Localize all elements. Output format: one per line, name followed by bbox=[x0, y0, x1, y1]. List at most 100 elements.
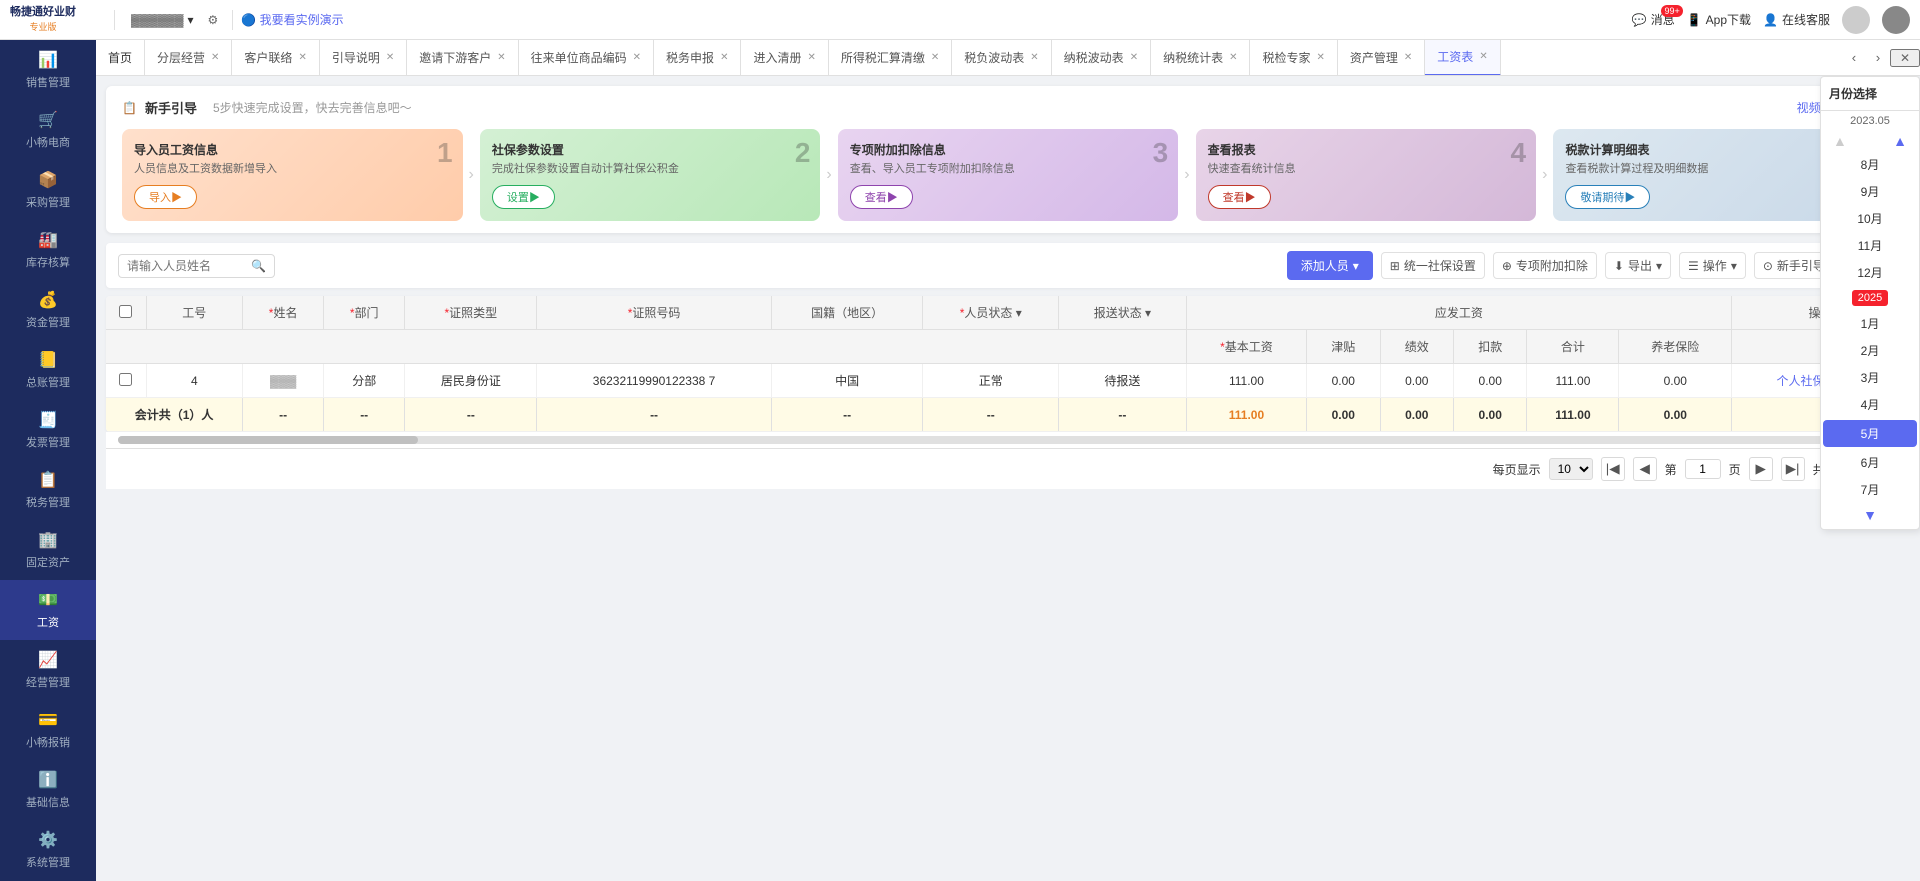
tab-14[interactable]: 工资表✕ bbox=[1425, 40, 1500, 76]
sidebar-item-4[interactable]: 💰资金管理 bbox=[0, 280, 96, 340]
tab-1[interactable]: 分层经营 ✕ bbox=[145, 40, 232, 76]
tab-close-2[interactable]: ✕ bbox=[298, 52, 306, 63]
sidebar-label-2: 采购管理 bbox=[26, 194, 70, 210]
month-scroll-down-btn[interactable]: ▼ bbox=[1859, 507, 1881, 523]
tab-close-12[interactable]: ✕ bbox=[1317, 52, 1325, 63]
sidebar-item-0[interactable]: 📊销售管理 bbox=[0, 40, 96, 100]
month-item-3[interactable]: 3月 bbox=[1821, 364, 1919, 391]
row-checkbox[interactable] bbox=[119, 373, 132, 386]
tab-close-11[interactable]: ✕ bbox=[1229, 52, 1237, 63]
guide-banner: 📋 新手引导 5步快速完成设置，快去完善信息吧～ 视频 ⊙ 帮助 ✕ 1 导入员… bbox=[106, 86, 1910, 233]
month-item-7[interactable]: 7月 bbox=[1821, 476, 1919, 503]
step-5-btn[interactable]: 敬请期待▶ bbox=[1565, 185, 1650, 209]
month-down-btn[interactable]: ▲ bbox=[1889, 133, 1911, 149]
month-item-6[interactable]: 6月 bbox=[1821, 449, 1919, 476]
unified-social-btn[interactable]: ⊞ 统一社保设置 bbox=[1381, 252, 1485, 279]
user-avatar[interactable] bbox=[1842, 6, 1870, 34]
tab-prev-button[interactable]: ‹ bbox=[1842, 40, 1866, 76]
page-first-button[interactable]: |◀ bbox=[1601, 457, 1625, 481]
tab-close-13[interactable]: ✕ bbox=[1404, 52, 1412, 63]
scrollbar-thumb[interactable] bbox=[118, 436, 418, 444]
sidebar-item-7[interactable]: 📋税务管理 bbox=[0, 460, 96, 520]
export-btn[interactable]: ⬇ 导出 ▾ bbox=[1605, 252, 1671, 279]
month-item-2[interactable]: 2月 bbox=[1821, 337, 1919, 364]
tab-close-4[interactable]: ✕ bbox=[497, 52, 505, 63]
sidebar-item-2[interactable]: 📦采购管理 bbox=[0, 160, 96, 220]
tab-close-7[interactable]: ✕ bbox=[807, 52, 815, 63]
app-download-button[interactable]: 📱 App下载 bbox=[1687, 11, 1751, 28]
tab-2[interactable]: 客户联络✕ bbox=[232, 40, 319, 76]
page-prev-button[interactable]: ◀ bbox=[1633, 457, 1657, 481]
sidebar-item-5[interactable]: 📒总账管理 bbox=[0, 340, 96, 400]
special-deduction-btn[interactable]: ⊕ 专项附加扣除 bbox=[1493, 252, 1597, 279]
company-selector[interactable]: ▓▓▓▓▓▓ ▾ bbox=[123, 13, 202, 27]
page-next-button[interactable]: ▶ bbox=[1749, 457, 1773, 481]
operation-btn[interactable]: ☰ 操作 ▾ bbox=[1679, 252, 1746, 279]
tab-9[interactable]: 税负波动表✕ bbox=[952, 40, 1051, 76]
tab-close-14[interactable]: ✕ bbox=[1479, 51, 1487, 62]
month-item-12[interactable]: 12月 bbox=[1821, 259, 1919, 286]
tab-label-1: 分层经营 bbox=[157, 49, 205, 66]
message-button[interactable]: 💬 消息 99+ bbox=[1632, 11, 1675, 28]
tab-6[interactable]: 税务申报✕ bbox=[654, 40, 741, 76]
tab-11[interactable]: 纳税统计表✕ bbox=[1151, 40, 1250, 76]
page-size-select[interactable]: 10 20 50 bbox=[1549, 458, 1593, 480]
tab-4[interactable]: 邀请下游客户✕ bbox=[407, 40, 518, 76]
settings-icon[interactable]: ⚙ bbox=[208, 13, 219, 27]
page-number-input[interactable] bbox=[1685, 459, 1721, 479]
tab-close-all-button[interactable]: ✕ bbox=[1890, 49, 1920, 67]
tab-12[interactable]: 税检专家✕ bbox=[1250, 40, 1337, 76]
tab-close-8[interactable]: ✕ bbox=[931, 52, 939, 63]
step-1-btn[interactable]: 导入▶ bbox=[134, 185, 197, 209]
month-item-11[interactable]: 11月 bbox=[1821, 232, 1919, 259]
search-icon[interactable]: 🔍 bbox=[251, 259, 266, 273]
sidebar-item-8[interactable]: 🏢固定资产 bbox=[0, 520, 96, 580]
sidebar-item-6[interactable]: 🧾发票管理 bbox=[0, 400, 96, 460]
month-item-5[interactable]: 5月 bbox=[1823, 420, 1917, 447]
tab-close-6[interactable]: ✕ bbox=[720, 52, 728, 63]
step-3-btn[interactable]: 查看▶ bbox=[850, 185, 913, 209]
row-checkbox-cell[interactable] bbox=[106, 364, 146, 398]
tab-close-1[interactable]: ✕ bbox=[211, 52, 219, 63]
sidebar-item-12[interactable]: ℹ️基础信息 bbox=[0, 760, 96, 820]
sidebar-item-3[interactable]: 🏭库存核算 bbox=[0, 220, 96, 280]
month-item-1[interactable]: 1月 bbox=[1821, 310, 1919, 337]
tab-5[interactable]: 往来单位商品编码✕ bbox=[519, 40, 654, 76]
horizontal-scrollbar[interactable] bbox=[118, 436, 1898, 444]
tab-close-9[interactable]: ✕ bbox=[1030, 52, 1038, 63]
sidebar-item-13[interactable]: ⚙️系统管理 bbox=[0, 820, 96, 880]
tab-10[interactable]: 纳税波动表✕ bbox=[1052, 40, 1151, 76]
th-select-all[interactable] bbox=[106, 296, 146, 330]
select-all-checkbox[interactable] bbox=[119, 305, 132, 318]
step-2-btn[interactable]: 设置▶ bbox=[492, 185, 555, 209]
tab-close-5[interactable]: ✕ bbox=[633, 52, 641, 63]
sidebar-item-1[interactable]: 🛒小畅电商 bbox=[0, 100, 96, 160]
tab-close-10[interactable]: ✕ bbox=[1130, 52, 1138, 63]
search-input[interactable] bbox=[127, 259, 247, 273]
demo-link[interactable]: 🔵 我要看实例演示 bbox=[241, 11, 343, 28]
sidebar-item-11[interactable]: 💳小畅报销 bbox=[0, 700, 96, 760]
sidebar-item-10[interactable]: 📈经营管理 bbox=[0, 640, 96, 700]
app-download-label: App下载 bbox=[1706, 11, 1751, 28]
tab-next-button[interactable]: › bbox=[1866, 40, 1890, 76]
month-up-btn[interactable]: ▲ bbox=[1829, 133, 1851, 149]
online-service-button[interactable]: 👤 在线客服 bbox=[1763, 11, 1830, 28]
sidebar-item-9[interactable]: 💵工资 bbox=[0, 580, 96, 640]
tab-8[interactable]: 所得税汇算清缴✕ bbox=[829, 40, 952, 76]
add-person-button[interactable]: 添加人员 ▾ bbox=[1287, 251, 1373, 280]
month-item-8[interactable]: 8月 bbox=[1821, 151, 1919, 178]
step-4-btn[interactable]: 查看▶ bbox=[1208, 185, 1271, 209]
row-op-link[interactable]: 个人社保 bbox=[1777, 374, 1825, 388]
tab-7[interactable]: 进入清册✕ bbox=[741, 40, 828, 76]
tab-13[interactable]: 资产管理✕ bbox=[1338, 40, 1425, 76]
tab-close-3[interactable]: ✕ bbox=[386, 52, 394, 63]
user-avatar2[interactable] bbox=[1882, 6, 1910, 34]
month-item-4[interactable]: 4月 bbox=[1821, 391, 1919, 418]
month-item-9[interactable]: 9月 bbox=[1821, 178, 1919, 205]
guide-video-link[interactable]: 视频 bbox=[1797, 99, 1821, 116]
tab-home[interactable]: 首页 bbox=[96, 40, 145, 76]
month-item-10[interactable]: 10月 bbox=[1821, 205, 1919, 232]
search-box[interactable]: 🔍 bbox=[118, 254, 275, 278]
page-last-button[interactable]: ▶| bbox=[1781, 457, 1805, 481]
tab-3[interactable]: 引导说明✕ bbox=[320, 40, 407, 76]
